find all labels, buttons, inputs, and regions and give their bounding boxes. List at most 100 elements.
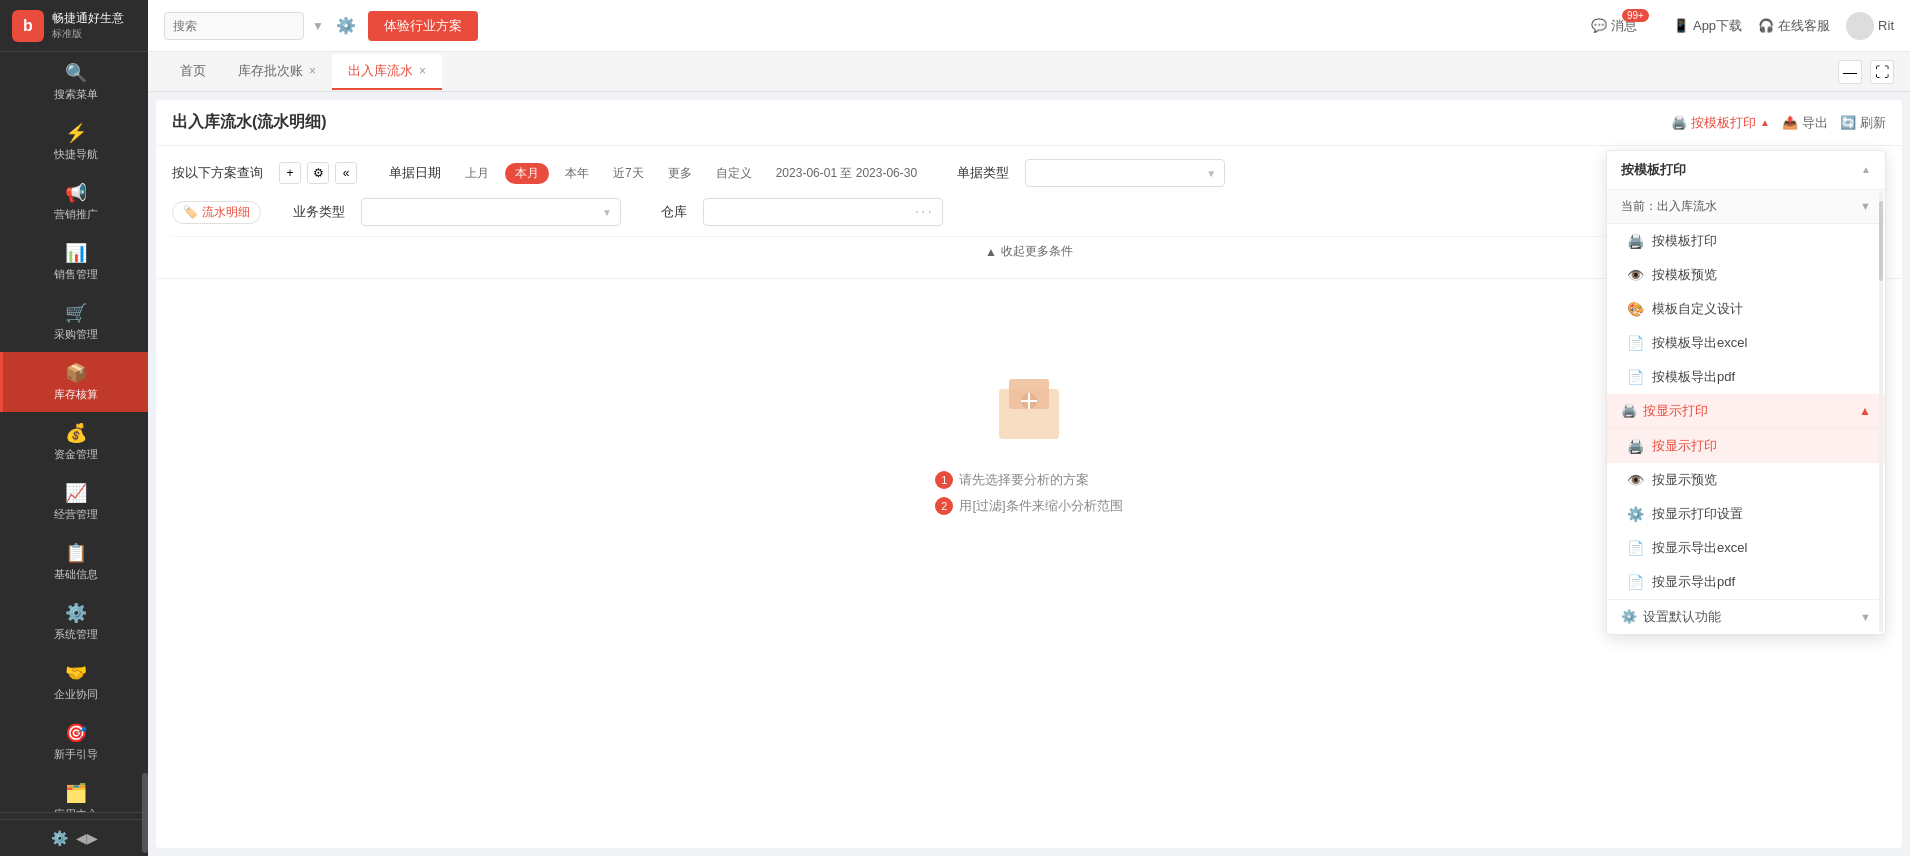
add-filter-btn[interactable]: + [279,162,301,184]
empty-illustration [979,359,1079,459]
dropdown-item-template-print[interactable]: 🖨️ 按模板打印 [1607,224,1885,258]
type-select-box[interactable]: ▼ [1025,159,1225,187]
message-btn[interactable]: 💬 消息 99+ [1591,17,1637,35]
sidebar-item-search[interactable]: 🔍 搜索菜单 [0,52,148,112]
sidebar-label-marketing: 营销推广 [54,207,98,222]
tab-maximize-btn[interactable]: ⛶ [1870,60,1894,84]
industry-btn[interactable]: 体验行业方案 [368,11,478,41]
warehouse-more-icon[interactable]: ··· [915,203,934,221]
export-label: 导出 [1802,114,1828,132]
tab-home[interactable]: 首页 [164,54,222,90]
dropdown-item-display-pdf[interactable]: 📄 按显示导出pdf [1607,565,1885,599]
app-download-label: App下载 [1693,17,1742,35]
dropdown-item-template-pdf[interactable]: 📄 按模板导出pdf [1607,360,1885,394]
dropdown-current-label: 当前：出入库流水 [1621,198,1717,215]
sidebar-label-enterprise: 企业协同 [54,687,98,702]
dropdown-footer-btn[interactable]: ⚙️ 设置默认功能 ▼ [1607,599,1885,634]
warehouse-select-box[interactable]: ··· [703,198,943,226]
display-section-icon: 🖨️ [1621,403,1637,418]
dropdown-display-pdf-label: 按显示导出pdf [1652,573,1735,591]
step-num-2: 2 [935,497,953,515]
sidebar-item-enterprise[interactable]: 🤝 企业协同 [0,652,148,712]
sidebar-item-appcenter[interactable]: 🗂️ 应用中心 [0,772,148,812]
sidebar-item-inventory[interactable]: 📦 库存核算 [0,352,148,412]
date-tab-more[interactable]: 更多 [660,163,700,184]
dropdown-current: 当前：出入库流水 ▼ [1607,190,1885,224]
sidebar-item-operation[interactable]: 📈 经营管理 [0,472,148,532]
tab-minimize-btn[interactable]: — [1838,60,1862,84]
dropdown-template-pdf-label: 按模板导出pdf [1652,368,1735,386]
dropdown-item-template-custom[interactable]: 🎨 模板自定义设计 [1607,292,1885,326]
topbar-search-area: ▼ [164,12,324,40]
dropdown-template-custom-label: 模板自定义设计 [1652,300,1743,318]
filter-action-btns: + ⚙ « [279,162,357,184]
logo-subtitle: 标准版 [52,27,124,41]
sidebar-label-guide: 新手引导 [54,747,98,762]
sidebar: b 畅捷通好生意 标准版 🔍 搜索菜单 ⚡ 快捷导航 📢 营销推广 📊 [0,0,148,856]
dropdown-template-preview-label: 按模板预览 [1652,266,1717,284]
dpreview-icon: 👁️ [1627,472,1644,488]
content-area: 首页 库存批次账 × 出入库流水 × — ⛶ [148,52,1910,856]
dropdown-item-display-print[interactable]: 🖨️ 按显示打印 [1607,429,1885,463]
date-tabs: 上月 本月 本年 近7天 更多 自定义 2023-06-01 至 2023-06… [457,163,917,184]
dropdown-up-icon: ▲ [1861,164,1871,175]
date-tab-thismonth[interactable]: 本月 [505,163,549,184]
dropdown-item-display-preview[interactable]: 👁️ 按显示预览 [1607,463,1885,497]
dropdown-current-chevron: ▼ [1860,200,1871,212]
tab-batch-close[interactable]: × [309,64,316,78]
biz-chevron: ▼ [602,207,612,218]
sidebar-item-shortcut[interactable]: ⚡ 快捷导航 [0,112,148,172]
sidebar-item-purchase[interactable]: 🛒 采购管理 [0,292,148,352]
refresh-btn[interactable]: 🔄 刷新 [1840,114,1886,132]
sidebar-item-finance[interactable]: 💰 资金管理 [0,412,148,472]
dropdown-item-template-excel[interactable]: 📄 按模板导出excel [1607,326,1885,360]
service-icon: 🎧 [1758,18,1774,33]
warehouse-label: 仓库 [661,203,687,221]
logo-icon: b [12,10,44,42]
display-section-header[interactable]: 🖨️ 按显示打印 ▲ [1607,394,1885,429]
gear-icon[interactable]: ⚙️ [336,16,356,35]
search-dropdown-icon[interactable]: ▼ [312,19,324,33]
dropdown-item-display-settings[interactable]: ⚙️ 按显示打印设置 [1607,497,1885,531]
date-tab-thisyear[interactable]: 本年 [557,163,597,184]
page-header: 出入库流水(流水明细) 🖨️ 按模板打印 ▲ 📤 导出 [156,100,1902,146]
date-tab-custom[interactable]: 自定义 [708,163,760,184]
dropdown-item-template-preview[interactable]: 👁️ 按模板预览 [1607,258,1885,292]
settings-footer-icon[interactable]: ⚙️ [51,830,68,846]
sidebar-item-guide[interactable]: 🎯 新手引导 [0,712,148,772]
search-input[interactable] [164,12,304,40]
enterprise-icon: 🤝 [65,662,87,684]
sidebar-logo: b 畅捷通好生意 标准版 [0,0,148,52]
print-dropdown-btn[interactable]: 🖨️ 按模板打印 ▲ [1671,114,1770,132]
sidebar-item-basic[interactable]: 📋 基础信息 [0,532,148,592]
settings-filter-btn[interactable]: ⚙ [307,162,329,184]
collapse-filter-btn[interactable]: « [335,162,357,184]
filter-tag-label: 流水明细 [202,204,250,221]
date-tab-lastmonth[interactable]: 上月 [457,163,497,184]
footer-chevron: ▼ [1860,611,1871,623]
app-download-btn[interactable]: 📱 App下载 [1673,17,1742,35]
message-icon: 💬 [1591,18,1607,33]
export-btn[interactable]: 📤 导出 [1782,114,1828,132]
tab-batch[interactable]: 库存批次账 × [222,54,332,90]
collapse-sidebar-icon[interactable]: ◀▶ [76,830,98,846]
user-avatar-btn[interactable]: Rit [1846,12,1894,40]
sidebar-item-sales[interactable]: 📊 销售管理 [0,232,148,292]
tab-flow[interactable]: 出入库流水 × [332,54,442,90]
tab-flow-close[interactable]: × [419,64,426,78]
sidebar-item-marketing[interactable]: 📢 营销推广 [0,172,148,232]
tabs-bar: 首页 库存批次账 × 出入库流水 × — ⛶ [148,52,1910,92]
sidebar-item-system[interactable]: ⚙️ 系统管理 [0,592,148,652]
sidebar-label-basic: 基础信息 [54,567,98,582]
sidebar-label-inventory: 库存核算 [54,387,98,402]
date-tab-7days[interactable]: 近7天 [605,163,652,184]
tabs-actions: — ⛶ [1838,60,1894,84]
dropdown-display-settings-label: 按显示打印设置 [1652,505,1743,523]
sidebar-label-finance: 资金管理 [54,447,98,462]
username-label: Rit [1878,18,1894,33]
dropdown-scrollbar[interactable] [1879,191,1883,632]
search-icon: 🔍 [65,62,87,84]
online-service-btn[interactable]: 🎧 在线客服 [1758,17,1830,35]
dropdown-item-display-excel[interactable]: 📄 按显示导出excel [1607,531,1885,565]
biz-select-box[interactable]: ▼ [361,198,621,226]
